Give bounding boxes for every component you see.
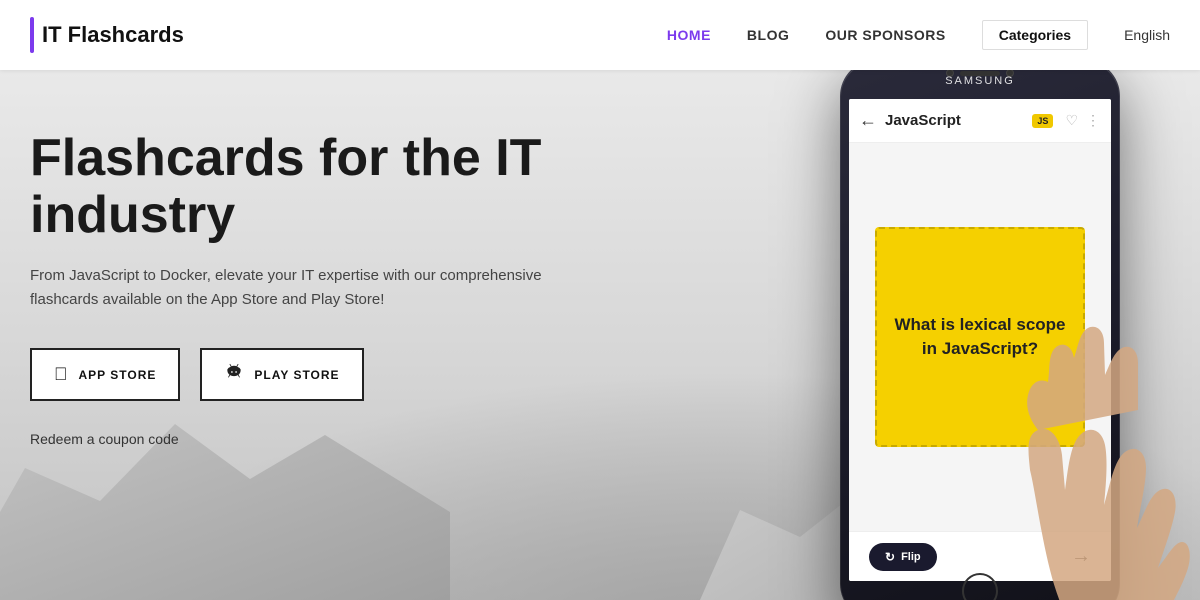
store-buttons-group:  APP STORE PLAY STORE <box>30 348 650 401</box>
nav-language[interactable]: English <box>1124 27 1170 43</box>
app-bar-title: JavaScript <box>885 112 1024 129</box>
flip-icon: ↻ <box>885 550 895 564</box>
app-store-label: APP STORE <box>79 368 157 382</box>
heart-icon[interactable]: ♡ <box>1065 112 1078 129</box>
phone-mockup: SAMSUNG ← JavaScript JS ♡ ⋮ What is lexi… <box>840 70 1120 600</box>
play-store-button[interactable]: PLAY STORE <box>200 348 363 401</box>
nav-categories-button[interactable]: Categories <box>982 20 1088 50</box>
hero-subtitle: From JavaScript to Docker, elevate your … <box>30 264 610 312</box>
hero-content: Flashcards for the IT industry From Java… <box>30 130 650 449</box>
logo-area: IT Flashcards <box>30 17 184 53</box>
back-arrow-icon[interactable]: ← <box>859 110 877 131</box>
app-bar: ← JavaScript JS ♡ ⋮ <box>849 99 1111 143</box>
nav-sponsors[interactable]: OUR SPONSORS <box>825 27 945 43</box>
hero-section: Flashcards for the IT industry From Java… <box>0 70 1200 600</box>
logo-text: IT Flashcards <box>42 22 184 48</box>
hand-illustration <box>920 290 1200 600</box>
nav-home[interactable]: HOME <box>667 27 711 43</box>
samsung-brand: SAMSUNG <box>945 75 1015 87</box>
navbar: IT Flashcards HOME BLOG OUR SPONSORS Cat… <box>0 0 1200 70</box>
coupon-link[interactable]: Redeem a coupon code <box>30 431 179 447</box>
js-badge: JS <box>1032 114 1053 128</box>
android-icon <box>224 362 244 387</box>
more-options-icon[interactable]: ⋮ <box>1086 112 1101 129</box>
play-store-label: PLAY STORE <box>254 368 339 382</box>
hero-title: Flashcards for the IT industry <box>30 130 650 244</box>
nav-blog[interactable]: BLOG <box>747 27 789 43</box>
apple-icon:  <box>54 364 69 385</box>
logo-bar-icon <box>30 17 34 53</box>
app-store-button[interactable]:  APP STORE <box>30 348 180 401</box>
nav-links: HOME BLOG OUR SPONSORS Categories Englis… <box>667 20 1170 50</box>
flip-label: Flip <box>901 551 921 563</box>
